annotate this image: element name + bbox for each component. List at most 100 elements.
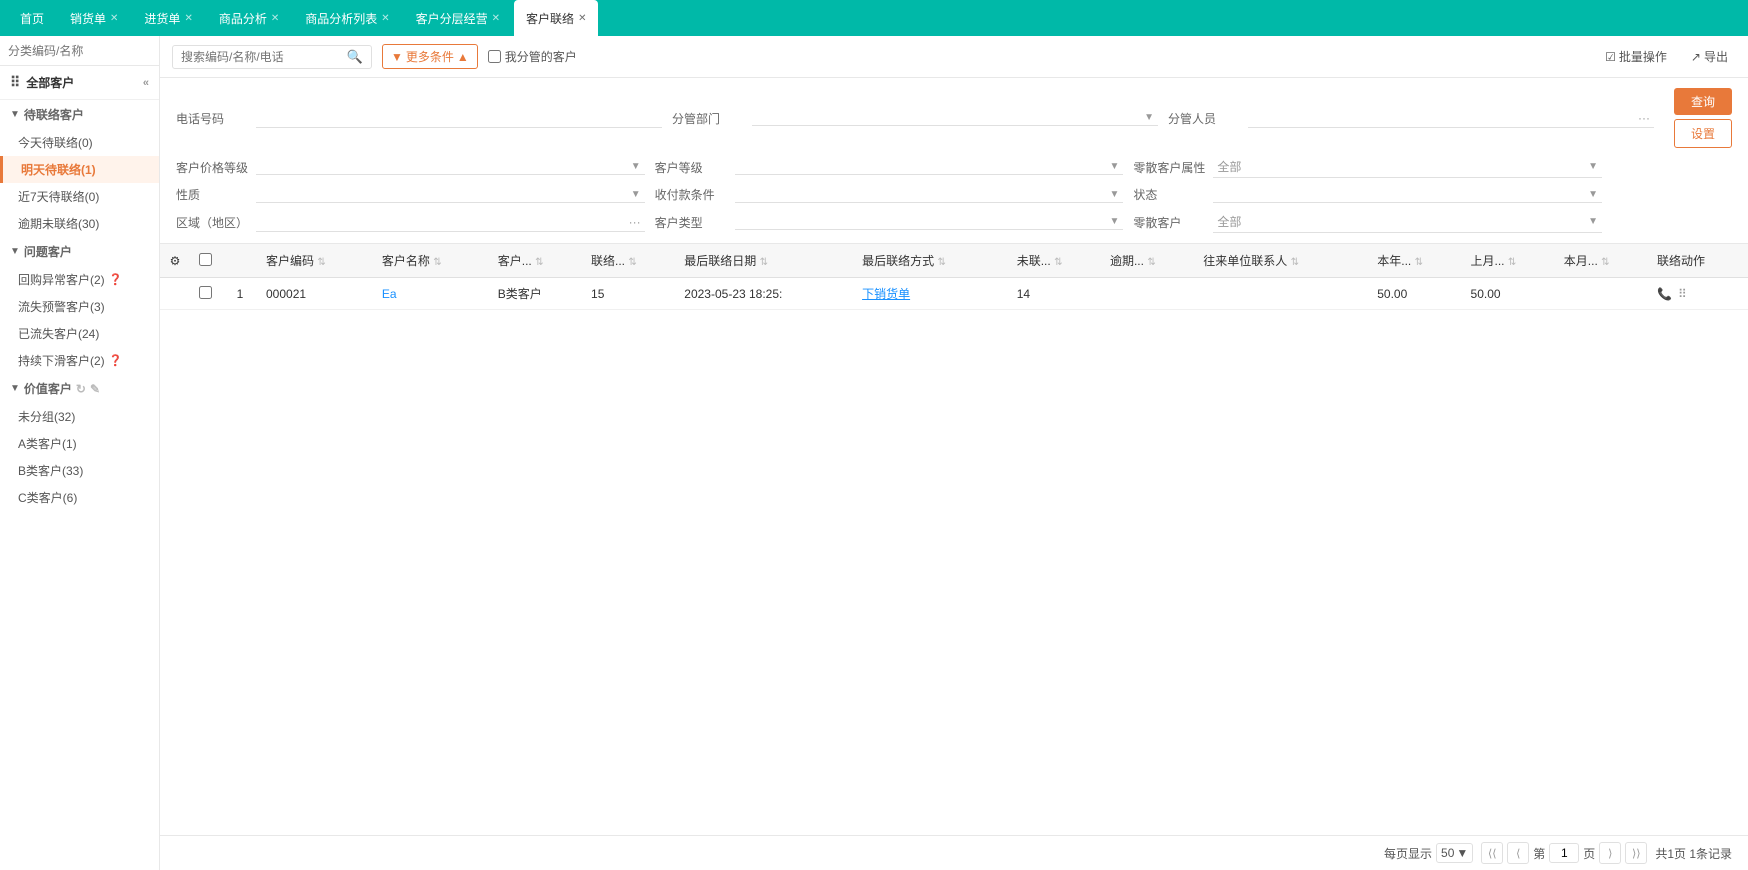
filter-region-label: 区域（地区） bbox=[176, 214, 256, 231]
filter-retail-attr-label: 零散客户属性 bbox=[1133, 159, 1213, 176]
chevron-left-icon[interactable]: « bbox=[143, 77, 149, 89]
sort-icon[interactable]: ⇅ bbox=[1508, 257, 1516, 268]
more-filter-button[interactable]: ▼ 更多条件 ▲ bbox=[382, 44, 478, 69]
nav-customer-contact[interactable]: 客户联络 ✕ bbox=[514, 0, 598, 36]
sidebar-item-overdue-contact[interactable]: 逾期未联络(30) bbox=[0, 210, 159, 237]
sidebar-item-7day-contact[interactable]: 近7天待联络(0) bbox=[0, 183, 159, 210]
td-overdue bbox=[1104, 278, 1197, 310]
page-size-select[interactable]: 50 ▼ bbox=[1436, 843, 1473, 863]
filter-price-grade-select[interactable]: ▼ bbox=[256, 159, 645, 175]
sidebar-group-pending[interactable]: ▼ 待联络客户 bbox=[0, 100, 159, 129]
row-checkbox[interactable] bbox=[199, 286, 212, 299]
refresh-icon[interactable]: ↻ bbox=[76, 382, 86, 396]
sort-icon[interactable]: ⇅ bbox=[760, 257, 768, 268]
phone-icon[interactable]: 📞 bbox=[1657, 287, 1672, 301]
export-button[interactable]: ↗ 导出 bbox=[1683, 45, 1736, 68]
gear-icon[interactable]: ⚙ bbox=[170, 254, 181, 268]
sidebar-item-repurchase-abnormal[interactable]: 回购异常客户(2) ❓ bbox=[0, 266, 159, 293]
arrow-down-icon: ▼ bbox=[10, 109, 20, 120]
my-customers-check-input[interactable] bbox=[488, 50, 501, 63]
sidebar-item-tomorrow-contact[interactable]: 明天待联络(1) bbox=[0, 156, 159, 183]
filter-nature-select[interactable]: ▼ bbox=[256, 187, 645, 203]
td-gear bbox=[160, 278, 190, 310]
prev-page-button[interactable]: ⟨ bbox=[1507, 842, 1529, 864]
sort-icon[interactable]: ⇅ bbox=[1147, 257, 1155, 268]
filter-row-1: 电话号码 分管部门 ▼ 分管人员 ··· bbox=[176, 88, 1732, 148]
filter-customer-type-select[interactable]: ▼ bbox=[735, 214, 1124, 230]
sort-icon[interactable]: ⇅ bbox=[317, 257, 325, 268]
page-input[interactable] bbox=[1549, 843, 1579, 863]
filter-panel: 电话号码 分管部门 ▼ 分管人员 ··· bbox=[160, 78, 1748, 244]
sidebar-item-class-b[interactable]: B类客户(33) bbox=[0, 457, 159, 484]
batch-op-button[interactable]: ☑ 批量操作 bbox=[1597, 45, 1675, 68]
close-icon[interactable]: ✕ bbox=[184, 13, 192, 24]
nav-home[interactable]: 首页 bbox=[8, 0, 56, 36]
edit-icon[interactable]: ✎ bbox=[90, 382, 100, 396]
th-last-month: 上月... ⇅ bbox=[1465, 244, 1558, 278]
sort-icon[interactable]: ⇅ bbox=[1415, 257, 1423, 268]
th-no-contact: 未联... ⇅ bbox=[1011, 244, 1104, 278]
sidebar-item-class-c[interactable]: C类客户(6) bbox=[0, 484, 159, 511]
filter-dept-select[interactable]: ▼ bbox=[752, 110, 1158, 126]
nav-product-analysis[interactable]: 商品分析 ✕ bbox=[207, 0, 291, 36]
sidebar-search-input[interactable] bbox=[8, 44, 160, 58]
sidebar-item-ungrouped[interactable]: 未分组(32) bbox=[0, 403, 159, 430]
ellipsis-icon[interactable]: ··· bbox=[1638, 111, 1650, 125]
sort-icon[interactable]: ⇅ bbox=[1054, 257, 1062, 268]
close-icon[interactable]: ✕ bbox=[110, 13, 118, 24]
sort-icon[interactable]: ⇅ bbox=[628, 257, 636, 268]
sidebar-search-area: 🔍 bbox=[0, 36, 159, 66]
last-page-button[interactable]: ⟩⟩ bbox=[1625, 842, 1647, 864]
sidebar-item-class-a[interactable]: A类客户(1) bbox=[0, 430, 159, 457]
td-name[interactable]: Ea bbox=[376, 278, 492, 310]
sort-icon[interactable]: ⇅ bbox=[433, 257, 441, 268]
td-code: 000021 bbox=[260, 278, 376, 310]
chevron-down-icon: ▼ bbox=[1109, 161, 1119, 172]
filter-status-select[interactable]: ▼ bbox=[1213, 187, 1602, 203]
nav-customer-tier[interactable]: 客户分层经营 ✕ bbox=[404, 0, 512, 36]
close-icon[interactable]: ✕ bbox=[578, 13, 586, 24]
filter-person-select[interactable]: ··· bbox=[1248, 109, 1654, 128]
sort-icon[interactable]: ⇅ bbox=[1601, 257, 1609, 268]
filter-dept-label: 分管部门 bbox=[672, 110, 752, 127]
sidebar-item-churn-warning[interactable]: 流失预警客户(3) bbox=[0, 293, 159, 320]
chevron-down-icon: ▼ bbox=[1588, 189, 1598, 200]
filter-phone-input[interactable] bbox=[256, 109, 662, 128]
sort-icon[interactable]: ⇅ bbox=[535, 257, 543, 268]
my-customers-checkbox[interactable]: 我分管的客户 bbox=[488, 48, 577, 65]
last-method-link[interactable]: 下销货单 bbox=[862, 287, 910, 301]
filter-retail-attr-select[interactable]: 全部 ▼ bbox=[1213, 156, 1602, 178]
search-input[interactable] bbox=[181, 50, 347, 64]
filter-region-select[interactable]: ··· bbox=[256, 213, 645, 232]
sidebar-item-declining[interactable]: 持续下滑客户(2) ❓ bbox=[0, 347, 159, 374]
table-select-all-checkbox[interactable] bbox=[199, 253, 212, 266]
search-input-wrap[interactable]: 🔍 bbox=[172, 45, 372, 69]
table-footer: 每页显示 50 ▼ ⟨⟨ ⟨ 第 页 ⟩ ⟩⟩ 共1页 1条记录 bbox=[160, 835, 1748, 870]
ellipsis-icon[interactable]: ··· bbox=[629, 215, 641, 229]
sidebar-all-customers[interactable]: ⠿ 全部客户 « bbox=[0, 66, 159, 100]
filter-retail-customer-select[interactable]: 全部 ▼ bbox=[1213, 211, 1602, 233]
close-icon[interactable]: ✕ bbox=[492, 13, 500, 24]
nav-sales[interactable]: 销货单 ✕ bbox=[58, 0, 130, 36]
sidebar-item-churned[interactable]: 已流失客户(24) bbox=[0, 320, 159, 347]
sidebar-item-today-contact[interactable]: 今天待联络(0) bbox=[0, 129, 159, 156]
search-icon[interactable]: 🔍 bbox=[347, 49, 363, 65]
nav-purchase[interactable]: 进货单 ✕ bbox=[132, 0, 204, 36]
nav-product-analysis-list[interactable]: 商品分析列表 ✕ bbox=[293, 0, 401, 36]
filter-payment-select[interactable]: ▼ bbox=[735, 187, 1124, 203]
set-button[interactable]: 设置 bbox=[1674, 119, 1732, 148]
filter-region: 区域（地区） ··· bbox=[176, 213, 645, 232]
close-icon[interactable]: ✕ bbox=[381, 13, 389, 24]
sort-icon[interactable]: ⇅ bbox=[1291, 257, 1299, 268]
query-button[interactable]: 查询 bbox=[1674, 88, 1732, 115]
th-overdue: 逾期... ⇅ bbox=[1104, 244, 1197, 278]
first-page-button[interactable]: ⟨⟨ bbox=[1481, 842, 1503, 864]
sidebar-group-value[interactable]: ▼ 价值客户 ↻ ✎ bbox=[0, 374, 159, 403]
sort-icon[interactable]: ⇅ bbox=[937, 257, 945, 268]
close-icon[interactable]: ✕ bbox=[271, 13, 279, 24]
filter-customer-grade-select[interactable]: ▼ bbox=[735, 159, 1124, 175]
next-page-button[interactable]: ⟩ bbox=[1599, 842, 1621, 864]
sidebar-group-problem[interactable]: ▼ 问题客户 bbox=[0, 237, 159, 266]
qr-icon[interactable]: ⠿ bbox=[1678, 287, 1687, 301]
th-check bbox=[190, 244, 220, 278]
